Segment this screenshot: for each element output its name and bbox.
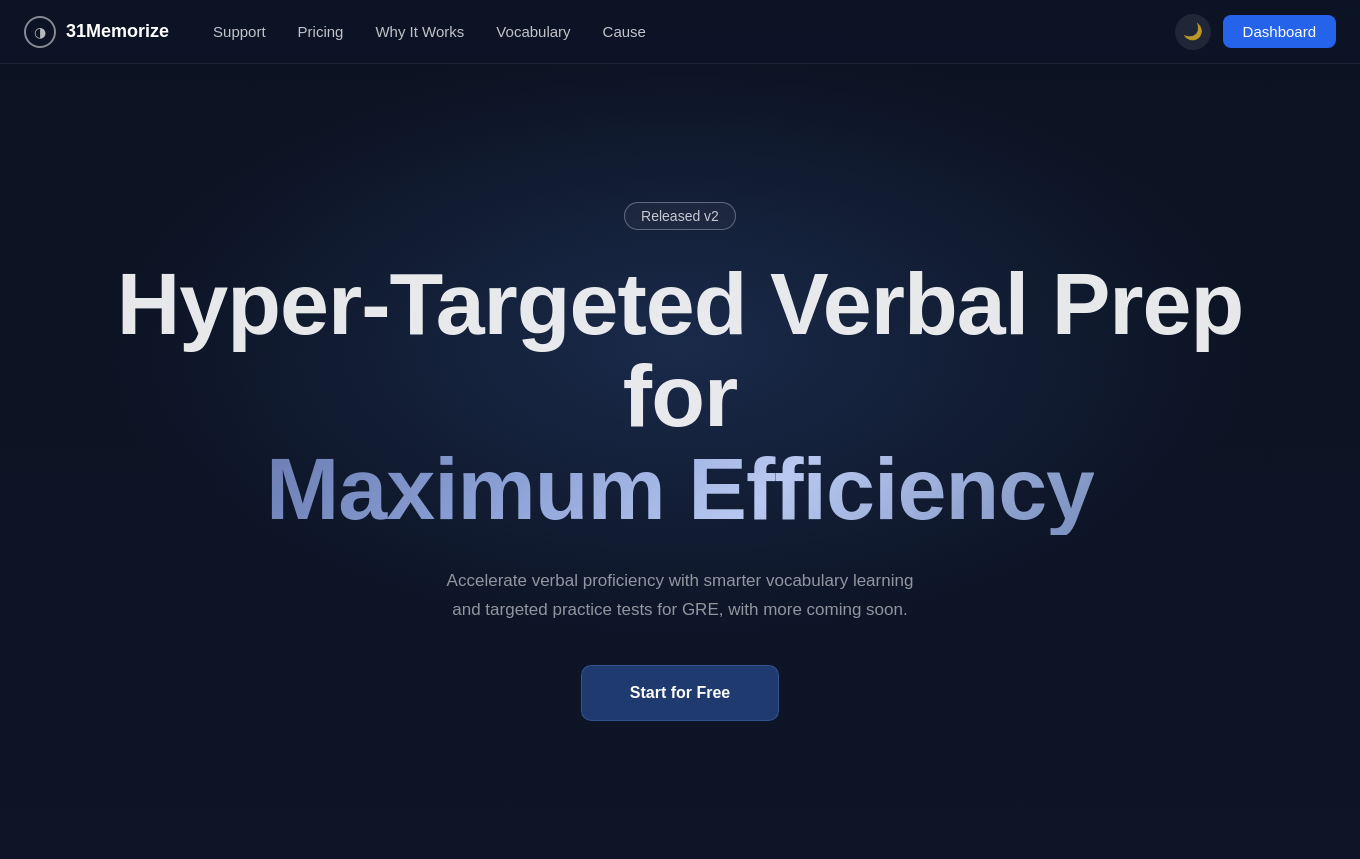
nav-links: Support Pricing Why It Works Vocabulary … <box>201 17 658 46</box>
hero-title-line2: for <box>623 346 737 445</box>
nav-left: ◑ 31Memorize Support Pricing Why It Work… <box>24 16 658 48</box>
dashboard-button[interactable]: Dashboard <box>1223 15 1336 48</box>
nav-link-support[interactable]: Support <box>201 17 278 46</box>
brand-logo[interactable]: ◑ 31Memorize <box>24 16 169 48</box>
hero-subtitle-line1: Accelerate verbal proficiency with smart… <box>447 571 914 590</box>
navbar: ◑ 31Memorize Support Pricing Why It Work… <box>0 0 1360 64</box>
nav-link-why-it-works[interactable]: Why It Works <box>363 17 476 46</box>
start-for-free-button[interactable]: Start for Free <box>581 665 779 721</box>
moon-icon: 🌙 <box>1183 22 1203 41</box>
hero-subtitle-line2: and targeted practice tests for GRE, wit… <box>452 600 907 619</box>
hero-title-line1: Hyper-Targeted Verbal Prep <box>117 254 1244 353</box>
brand-icon: ◑ <box>24 16 56 48</box>
hero-section: Released v2 Hyper-Targeted Verbal Prep f… <box>0 64 1360 859</box>
hero-subtitle: Accelerate verbal proficiency with smart… <box>447 567 914 625</box>
hero-title: Hyper-Targeted Verbal Prep for <box>117 258 1244 443</box>
hero-title-accent: Maximum Efficiency <box>266 443 1094 535</box>
nav-link-pricing[interactable]: Pricing <box>286 17 356 46</box>
nav-link-vocabulary[interactable]: Vocabulary <box>484 17 582 46</box>
nav-right: 🌙 Dashboard <box>1175 14 1336 50</box>
theme-toggle-button[interactable]: 🌙 <box>1175 14 1211 50</box>
nav-link-cause[interactable]: Cause <box>591 17 658 46</box>
brand-name: 31Memorize <box>66 21 169 42</box>
release-badge: Released v2 <box>624 202 736 230</box>
